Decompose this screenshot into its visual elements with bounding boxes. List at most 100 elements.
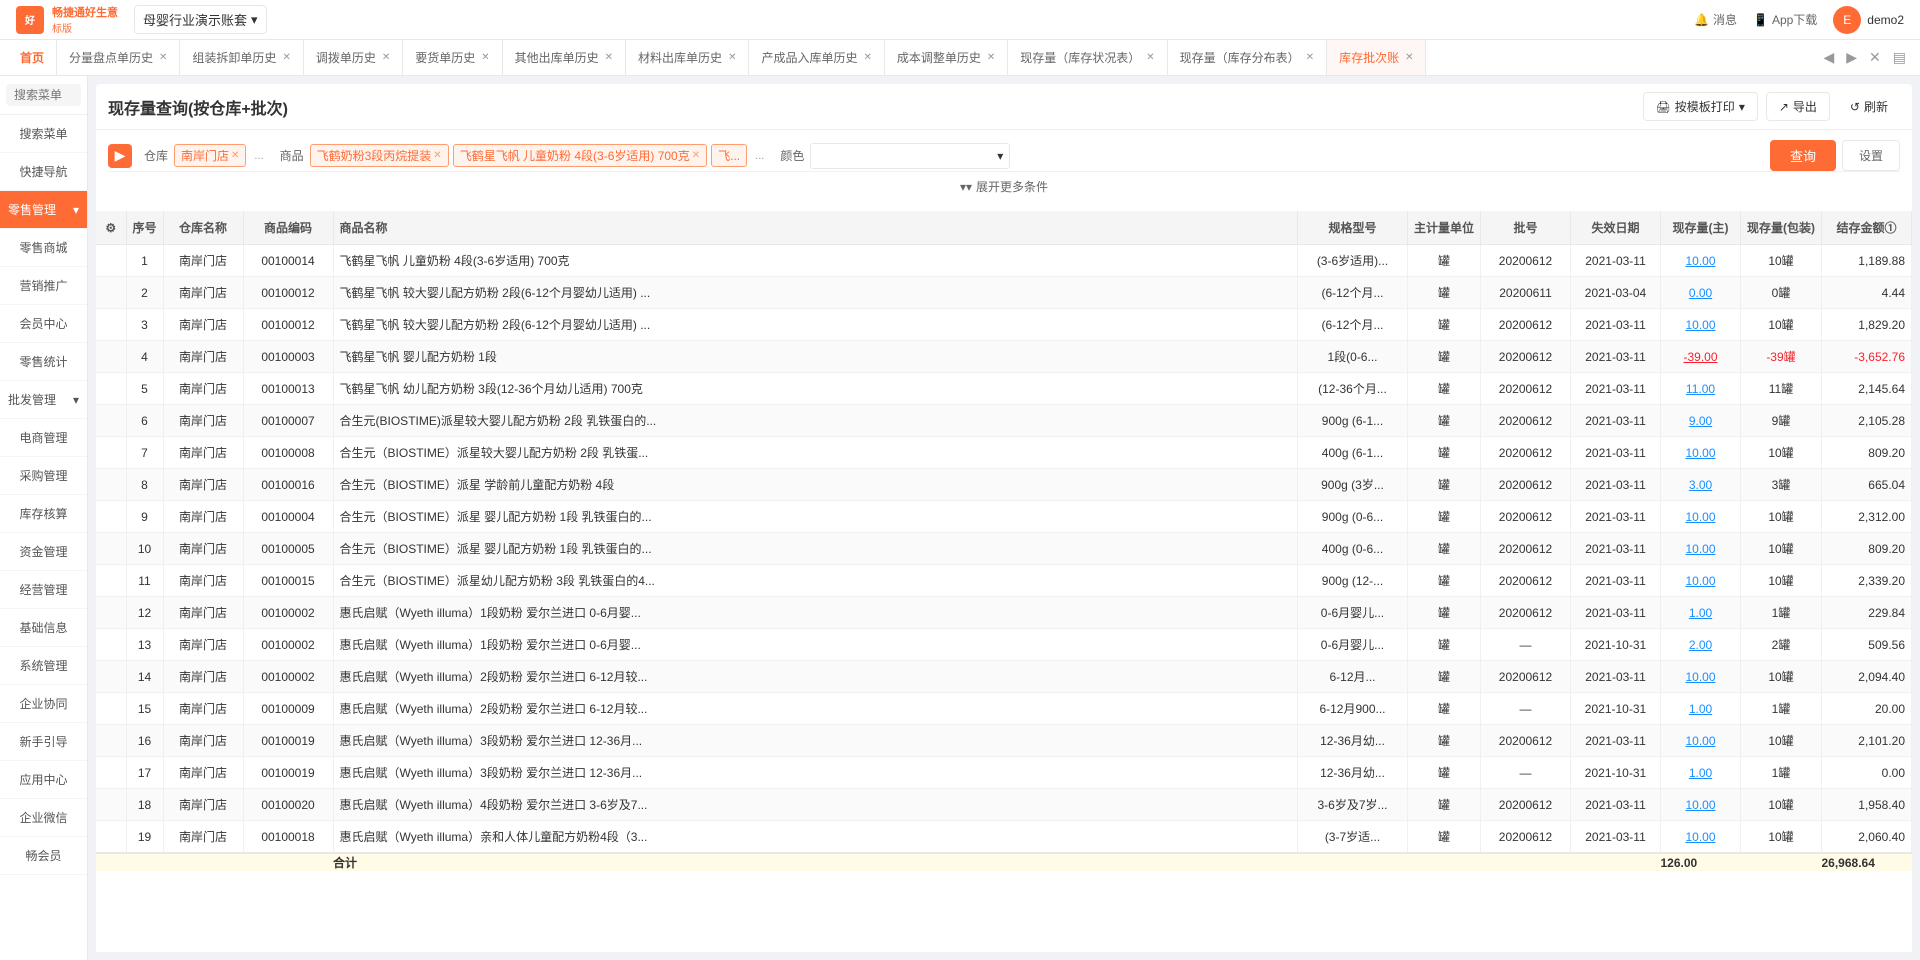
sidebar-search-area xyxy=(0,76,87,115)
sidebar-item-应用中心[interactable]: 应用中心 xyxy=(0,761,87,799)
data-table: ⚙ 序号 仓库名称 商品编码 商品名称 规格型号 主计量单位 批号 失效日期 现… xyxy=(96,211,1912,871)
sidebar-item-营销推广[interactable]: 营销推广 xyxy=(0,267,87,305)
chevron-down-icon: ▾ xyxy=(251,12,258,28)
table-row: 4南岸门店00100003飞鹤星飞帆 婴儿配方奶粉 1段1段(0-6...罐20… xyxy=(96,341,1912,373)
sidebar-item-经营管理[interactable]: 经营管理 xyxy=(0,571,87,609)
org-selector-area: 母婴行业演示账套 ▾ xyxy=(134,5,1678,34)
table-row: 15南岸门店00100009惠氏启赋（Wyeth illuma）2段奶粉 爱尔兰… xyxy=(96,693,1912,725)
tab-item-5[interactable]: 其他出库单历史✕ xyxy=(503,40,626,76)
tab-bar: 首页分量盘点单历史✕组装拆卸单历史✕调拨单历史✕要货单历史✕其他出库单历史✕材料… xyxy=(0,40,1920,76)
sidebar-item-电商管理[interactable]: 电商管理 xyxy=(0,419,87,457)
expand-icon: ▾▾ xyxy=(960,180,972,194)
tab-prev-btn[interactable]: ◀ xyxy=(1817,49,1840,66)
table-row: 1南岸门店00100014飞鹤星飞帆 儿童奶粉 4段(3-6岁适用) 700克(… xyxy=(96,245,1912,277)
table-footer-row: 合计 126.00 26,968.64 xyxy=(96,853,1912,871)
table-row: 8南岸门店00100016合生元（BIOSTIME）派星 学龄前儿童配方奶粉 4… xyxy=(96,469,1912,501)
table-row: 5南岸门店00100013飞鹤星飞帆 幼儿配方奶粉 3段(12-36个月幼儿适用… xyxy=(96,373,1912,405)
tab-item-6[interactable]: 材料出库单历史✕ xyxy=(626,40,749,76)
tab-item-7[interactable]: 产成品入库单历史✕ xyxy=(749,40,884,76)
action-btns: 查询 设置 xyxy=(1770,140,1900,171)
sidebar-item-采购管理[interactable]: 采购管理 xyxy=(0,457,87,495)
col-balance: 结存金额① xyxy=(1822,211,1912,245)
export-button[interactable]: ↗ 导出 xyxy=(1766,92,1830,121)
tab-item-3[interactable]: 调拨单历史✕ xyxy=(304,40,403,76)
warehouse-tag-close[interactable]: ✕ xyxy=(231,150,239,161)
logo-icon: 好 xyxy=(16,6,44,34)
sidebar-item-零售管理[interactable]: 零售管理▾ xyxy=(0,191,87,229)
tab-close-icon-6[interactable]: ✕ xyxy=(728,52,736,63)
sidebar-item-零售商城[interactable]: 零售商城 xyxy=(0,229,87,267)
filter-warehouse-more[interactable]: ... xyxy=(250,148,267,164)
sidebar-item-基础信息[interactable]: 基础信息 xyxy=(0,609,87,647)
sidebar-item-搜索菜单[interactable]: 搜索菜单 xyxy=(0,115,87,153)
tab-menu-btn[interactable]: ▤ xyxy=(1887,49,1912,66)
sidebar-item-资金管理[interactable]: 资金管理 xyxy=(0,533,87,571)
tab-close-all-btn[interactable]: ✕ xyxy=(1863,49,1887,66)
print-button[interactable]: 🖨 按模板打印 ▾ xyxy=(1643,92,1758,121)
sidebar-item-会员中心[interactable]: 会员中心 xyxy=(0,305,87,343)
filter-expand-btn[interactable]: ▶ xyxy=(108,144,132,168)
expand-more-btn[interactable]: ▾▾ 展开更多条件 xyxy=(108,171,1900,201)
sidebar-item-畅会员[interactable]: 畅会员 xyxy=(0,837,87,875)
tab-close-icon-4[interactable]: ✕ xyxy=(481,52,489,63)
tab-close-icon-9[interactable]: ✕ xyxy=(1146,52,1154,63)
query-button[interactable]: 查询 xyxy=(1770,140,1836,171)
sidebar-item-零售统计[interactable]: 零售统计 xyxy=(0,343,87,381)
export-icon: ↗ xyxy=(1779,100,1789,114)
footer-qty-total: 126.00 xyxy=(1661,853,1741,871)
sidebar-item-库存核算[interactable]: 库存核算 xyxy=(0,495,87,533)
tab-close-icon-7[interactable]: ✕ xyxy=(863,52,871,63)
product-tag-more[interactable]: 飞... xyxy=(711,144,747,167)
color-input[interactable]: ▾ xyxy=(810,143,1010,169)
tab-close-icon-10[interactable]: ✕ xyxy=(1306,52,1314,63)
app-download-btn[interactable]: 📱 App下载 xyxy=(1753,11,1817,28)
tab-item-10[interactable]: 现存量（库存分布表）✕ xyxy=(1168,40,1327,76)
table-row: 9南岸门店00100004合生元（BIOSTIME）派星 婴儿配方奶粉 1段 乳… xyxy=(96,501,1912,533)
sidebar-item-批发管理[interactable]: 批发管理▾ xyxy=(0,381,87,419)
tab-item-4[interactable]: 要货单历史✕ xyxy=(403,40,502,76)
main-layout: 搜索菜单快捷导航零售管理▾零售商城营销推广会员中心零售统计批发管理▾电商管理采购… xyxy=(0,76,1920,960)
sidebar-item-新手引导[interactable]: 新手引导 xyxy=(0,723,87,761)
table-row: 10南岸门店00100005合生元（BIOSTIME）派星 婴儿配方奶粉 1段 … xyxy=(96,533,1912,565)
col-settings[interactable]: ⚙ xyxy=(96,211,126,245)
tab-close-icon-5[interactable]: ✕ xyxy=(605,52,613,63)
tab-item-9[interactable]: 现存量（库存状况表）✕ xyxy=(1008,40,1167,76)
org-selector[interactable]: 母婴行业演示账套 ▾ xyxy=(134,5,267,34)
chevron-down-icon: ▾ xyxy=(73,203,79,217)
filter-area: ▶ 仓库 南岸门店 ✕ ... 商品 飞鹤奶粉3段丙烷 xyxy=(96,129,1912,211)
color-filter: 颜色 ▾ xyxy=(780,143,1010,169)
sidebar-item-系统管理[interactable]: 系统管理 xyxy=(0,647,87,685)
logo-area: 好 畅捷通好生意 标版 xyxy=(16,4,118,35)
table-row: 17南岸门店00100019惠氏启赋（Wyeth illuma）3段奶粉 爱尔兰… xyxy=(96,757,1912,789)
message-btn[interactable]: 🔔 消息 xyxy=(1694,11,1737,28)
tab-close-icon-1[interactable]: ✕ xyxy=(159,52,167,63)
sidebar-search-input[interactable] xyxy=(6,84,81,106)
tab-item-1[interactable]: 分量盘点单历史✕ xyxy=(57,40,180,76)
warehouse-tag-nanang: 南岸门店 ✕ xyxy=(174,144,246,167)
sidebar: 搜索菜单快捷导航零售管理▾零售商城营销推广会员中心零售统计批发管理▾电商管理采购… xyxy=(0,76,88,960)
tab-close-icon-2[interactable]: ✕ xyxy=(282,52,290,63)
sidebar-nav: 搜索菜单快捷导航零售管理▾零售商城营销推广会员中心零售统计批发管理▾电商管理采购… xyxy=(0,115,87,875)
tab-item-2[interactable]: 组装拆卸单历史✕ xyxy=(180,40,303,76)
tab-next-btn[interactable]: ▶ xyxy=(1840,49,1863,66)
tab-close-icon-8[interactable]: ✕ xyxy=(987,52,995,63)
setting-button[interactable]: 设置 xyxy=(1842,140,1900,171)
table-row: 6南岸门店00100007合生元(BIOSTIME)派星较大婴儿配方奶粉 2段 … xyxy=(96,405,1912,437)
product-tag-1-close[interactable]: ✕ xyxy=(433,150,441,161)
sidebar-item-企业协同[interactable]: 企业协同 xyxy=(0,685,87,723)
top-bar-right: 🔔 消息 📱 App下载 E demo2 xyxy=(1694,6,1904,34)
user-area[interactable]: E demo2 xyxy=(1833,6,1904,34)
filter-product-more[interactable]: ... xyxy=(751,148,768,164)
product-tag-2-close[interactable]: ✕ xyxy=(692,150,700,161)
col-no: 序号 xyxy=(126,211,163,245)
tab-item-0[interactable]: 首页 xyxy=(8,40,57,76)
tab-close-icon-11[interactable]: ✕ xyxy=(1405,52,1413,63)
refresh-button[interactable]: ↺ 刷新 xyxy=(1838,93,1900,120)
tab-item-8[interactable]: 成本调整单历史✕ xyxy=(885,40,1008,76)
tab-close-icon-3[interactable]: ✕ xyxy=(382,52,390,63)
sidebar-item-企业微信[interactable]: 企业微信 xyxy=(0,799,87,837)
page-header: 现存量查询(按仓库+批次) 🖨 按模板打印 ▾ ↗ 导出 ↺ 刷新 xyxy=(96,84,1912,129)
tab-item-11[interactable]: 库存批次账✕ xyxy=(1327,40,1426,76)
sidebar-item-快捷导航[interactable]: 快捷导航 xyxy=(0,153,87,191)
filter-row: ▶ 仓库 南岸门店 ✕ ... 商品 飞鹤奶粉3段丙烷 xyxy=(108,140,1900,171)
